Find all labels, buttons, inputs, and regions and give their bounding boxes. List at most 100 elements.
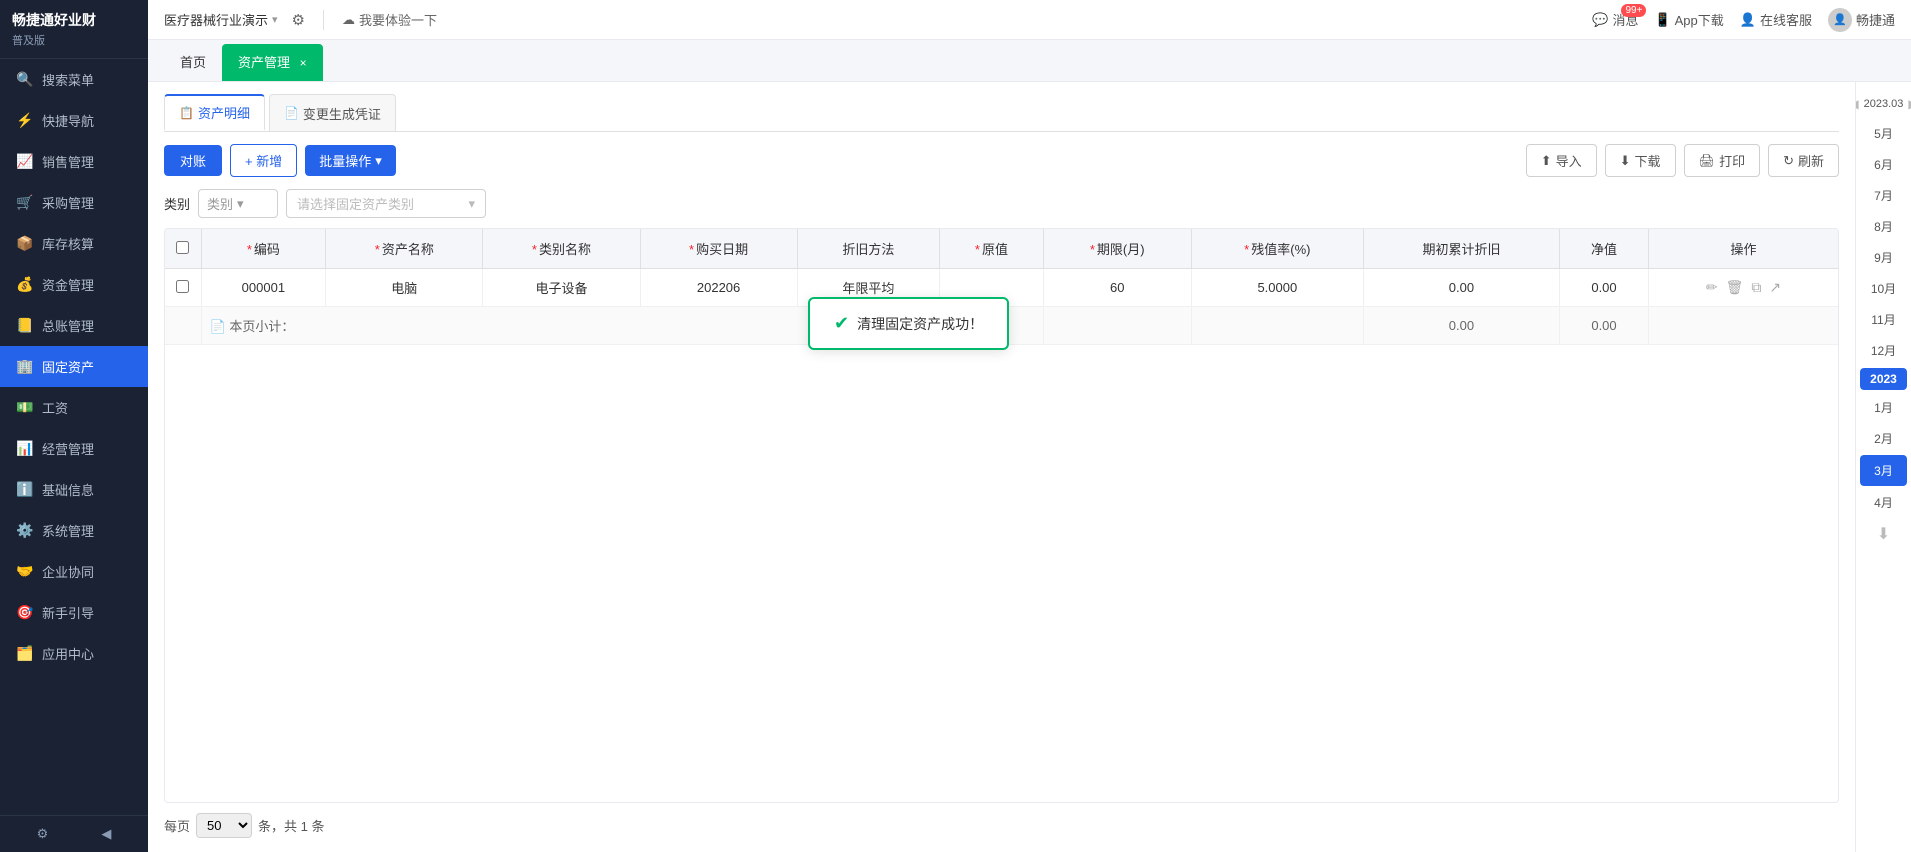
refresh-button[interactable]: ↻ 刷新 (1768, 144, 1839, 177)
batch-button[interactable]: 批量操作 ▾ (305, 145, 396, 176)
tabbar: 首页 资产管理 × (148, 40, 1911, 82)
rp-month-5[interactable]: 5月 (1856, 118, 1911, 149)
th-operation: 操作 (1648, 229, 1838, 269)
sidebar-item-purchase[interactable]: 🛒采购管理 (0, 182, 148, 223)
filter-label: 类别 (164, 194, 190, 213)
select-all-header[interactable] (165, 229, 201, 269)
sub-tab-change-voucher[interactable]: 📄 变更生成凭证 (269, 94, 396, 131)
rp-month-4[interactable]: 4月 (1856, 487, 1911, 518)
sidebar-item-fixed-assets[interactable]: 🏢固定资产 (0, 346, 148, 387)
sub-tab-asset-detail[interactable]: 📋 资产明细 (164, 94, 265, 131)
rp-month-3[interactable]: 3月 (1860, 455, 1907, 486)
online-service-btn[interactable]: 👤 在线客服 (1740, 10, 1812, 29)
rp-month-8[interactable]: 8月 (1856, 211, 1911, 242)
th-name: *资产名称 (326, 229, 483, 269)
basic-info-icon: ℹ️ (16, 481, 34, 498)
sidebar-item-basic-info[interactable]: ℹ️ 基础信息 (0, 469, 148, 510)
cell-initial-depreciation: 0.00 (1363, 269, 1559, 307)
message-icon: 💬 (1592, 12, 1608, 28)
more-icon[interactable]: ↗ (1769, 279, 1781, 296)
app-download-btn[interactable]: 📱 App下载 (1654, 10, 1723, 29)
sidebar-item-label: 应用中心 (42, 644, 94, 663)
rp-down-btn[interactable]: ⬇ (1877, 524, 1890, 544)
settings-icon[interactable]: ⚙ (37, 826, 49, 842)
sidebar-item-label: 搜索菜单 (42, 70, 94, 89)
rp-month-12[interactable]: 12月 (1856, 335, 1911, 366)
edit-icon[interactable]: ✏ (1706, 279, 1718, 296)
rp-year-2023[interactable]: 2023 (1860, 368, 1907, 390)
tab-home[interactable]: 首页 (164, 44, 222, 81)
quick-nav-icon: ⚡ (16, 112, 34, 129)
delete-icon[interactable]: 🗑 (1726, 279, 1744, 296)
duizhang-button[interactable]: 对账 (164, 145, 222, 176)
sidebar-item-label: 企业协同 (42, 562, 94, 581)
sidebar-item-label: 经营管理 (42, 439, 94, 458)
rp-month-9[interactable]: 9月 (1856, 242, 1911, 273)
cell-net-value: 0.00 (1560, 269, 1649, 307)
rp-month-2[interactable]: 2月 (1856, 423, 1911, 454)
app-center-icon: 🗂️ (16, 645, 34, 662)
download-button[interactable]: ⬇ 下载 (1605, 144, 1676, 177)
success-toast: ✔ 清理固定资产成功！ (808, 297, 1009, 350)
messages-btn[interactable]: 💬 消息 99+ (1592, 10, 1638, 29)
sidebar-item-guide[interactable]: 🎯新手引导 (0, 592, 148, 633)
company-selector[interactable]: 医疗器械行业演示 ▾ (164, 10, 278, 29)
sidebar-item-capital[interactable]: 💰资金管理 (0, 264, 148, 305)
tab-asset-mgmt[interactable]: 资产管理 × (222, 44, 323, 81)
rp-nav-right[interactable]: ▶ (1905, 94, 1911, 114)
per-page-select[interactable]: 50 100 (196, 813, 252, 838)
sidebar-item-inventory[interactable]: 📦库存核算 (0, 223, 148, 264)
th-original-value: *原值 (940, 229, 1043, 269)
toast-message: 清理固定资产成功！ (857, 314, 983, 334)
sidebar-item-cooperation[interactable]: 🤝企业协同 (0, 551, 148, 592)
tab-close-icon[interactable]: × (300, 56, 307, 70)
rp-month-11[interactable]: 11月 (1856, 304, 1911, 335)
sidebar-item-sales[interactable]: 📈销售管理 (0, 141, 148, 182)
sidebar-item-quick-nav[interactable]: ⚡快捷导航 (0, 100, 148, 141)
sidebar-item-label: 资金管理 (42, 275, 94, 294)
refresh-icon: ↻ (1783, 153, 1794, 169)
sidebar-item-system[interactable]: ⚙️系统管理 (0, 510, 148, 551)
rp-down-icon[interactable]: ⬇ (1877, 524, 1890, 544)
sidebar-item-salary[interactable]: 💵工资 (0, 387, 148, 428)
import-button[interactable]: ⬆ 导入 (1526, 144, 1597, 177)
sidebar-item-ledger[interactable]: 📒总账管理 (0, 305, 148, 346)
rp-month-1[interactable]: 1月 (1856, 392, 1911, 423)
rp-month-7[interactable]: 7月 (1856, 180, 1911, 211)
settings-gear-icon[interactable]: ⚙ (292, 11, 305, 29)
import-icon: ⬆ (1541, 153, 1552, 169)
user-profile-btn[interactable]: 👤 畅捷通 (1828, 8, 1895, 32)
sidebar-item-search[interactable]: 🔍搜索菜单 (0, 59, 148, 100)
print-button[interactable]: 🖨 打印 (1684, 144, 1761, 177)
logo-title: 畅捷通好业财 (12, 10, 136, 30)
copy-icon[interactable]: ⧉ (1751, 279, 1761, 296)
experience-btn[interactable]: ☁ 我要体验一下 (342, 10, 437, 29)
sidebar-item-management[interactable]: 📊经营管理 (0, 428, 148, 469)
topbar: 医疗器械行业演示 ▾ ⚙ ☁ 我要体验一下 💬 消息 99+ 📱 App下载 👤… (148, 0, 1911, 40)
filter-category-input[interactable]: 请选择固定资产类别 ▾ (286, 189, 486, 218)
filter-category-select[interactable]: 类别 ▾ (198, 189, 278, 218)
new-button[interactable]: + 新增 (230, 144, 297, 177)
rp-header: ◀ 2023.03 ▶ (1856, 90, 1911, 114)
inventory-icon: 📦 (16, 235, 34, 252)
sidebar-item-label: 系统管理 (42, 521, 94, 540)
sidebar-bottom: ⚙ ◀ (0, 815, 148, 852)
rp-nav-left[interactable]: ◀ (1855, 94, 1862, 114)
subtotal-net: 0.00 (1560, 307, 1649, 345)
select-all-checkbox[interactable] (176, 241, 189, 254)
avatar: 👤 (1828, 8, 1852, 32)
cell-period: 60 (1043, 269, 1191, 307)
rp-year-label: 2023.03 (1864, 98, 1904, 110)
purchase-icon: 🛒 (16, 194, 34, 211)
row-checkbox-cell[interactable] (165, 269, 201, 307)
th-category: *类别名称 (483, 229, 640, 269)
row-checkbox[interactable] (176, 280, 189, 293)
service-icon: 👤 (1740, 12, 1756, 28)
sidebar-item-app-center[interactable]: 🗂️ 应用中心 (0, 633, 148, 674)
download-icon: ⬇ (1620, 153, 1631, 169)
collapse-icon[interactable]: ◀ (101, 826, 111, 842)
rp-month-10[interactable]: 10月 (1856, 273, 1911, 304)
th-residual-rate: *残值率(%) (1191, 229, 1363, 269)
rp-month-6[interactable]: 6月 (1856, 149, 1911, 180)
sidebar-item-label: 基础信息 (42, 480, 94, 499)
